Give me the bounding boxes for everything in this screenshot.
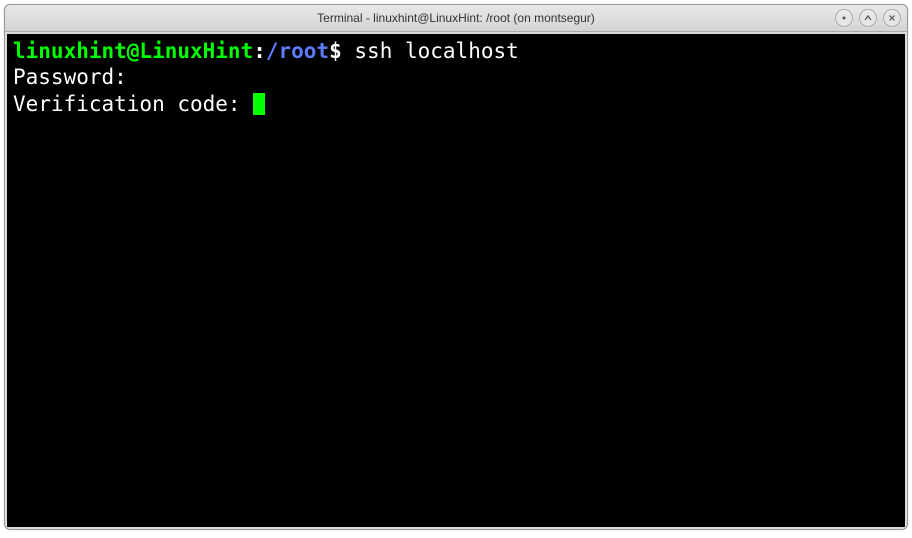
prompt-colon: : — [253, 39, 266, 63]
command-text — [342, 39, 355, 63]
command: ssh localhost — [354, 39, 518, 63]
maximize-button[interactable] — [859, 9, 877, 27]
minimize-button[interactable] — [835, 9, 853, 27]
cursor — [253, 93, 265, 115]
terminal-content[interactable]: linuxhint@LinuxHint:/root$ ssh localhost… — [7, 34, 905, 527]
titlebar[interactable]: Terminal - linuxhint@LinuxHint: /root (o… — [5, 5, 907, 32]
close-button[interactable] — [883, 9, 901, 27]
verification-prompt: Verification code: — [13, 92, 253, 116]
prompt-user-host: linuxhint@LinuxHint — [13, 39, 253, 63]
window-controls — [835, 9, 901, 27]
prompt-symbol: $ — [329, 39, 342, 63]
window-title: Terminal - linuxhint@LinuxHint: /root (o… — [317, 11, 595, 25]
password-prompt: Password: — [13, 65, 127, 89]
prompt-path: /root — [266, 39, 329, 63]
terminal-window: Terminal - linuxhint@LinuxHint: /root (o… — [4, 4, 908, 530]
